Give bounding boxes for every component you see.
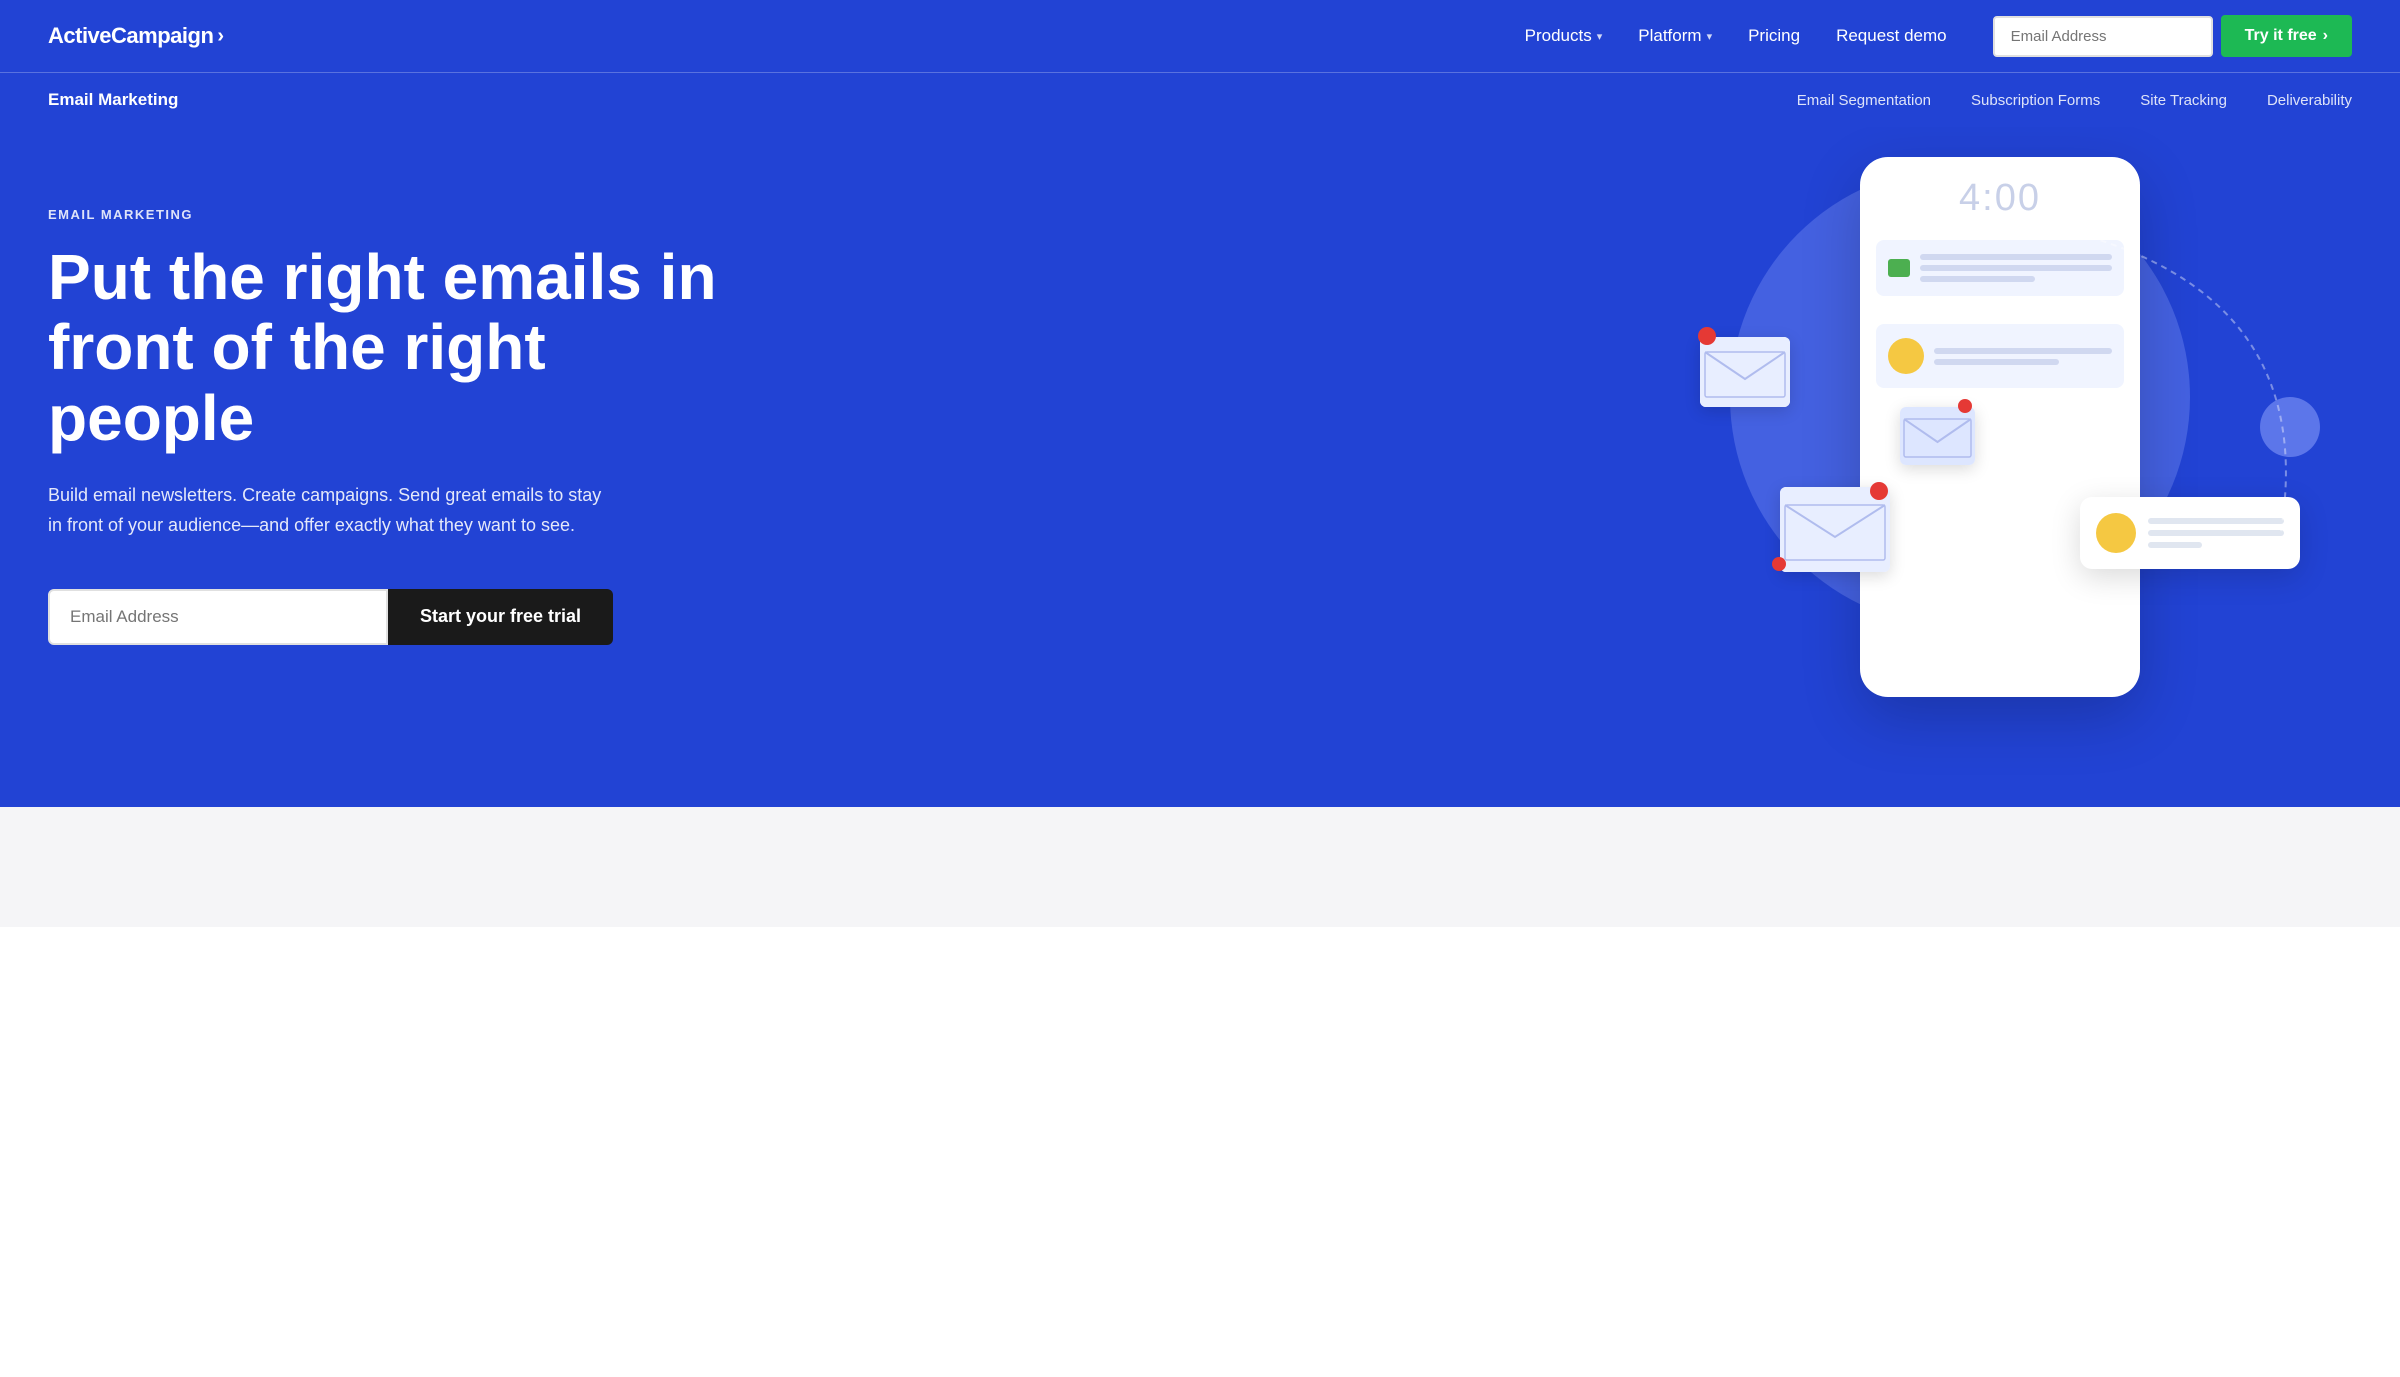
hero-form: Start your free trial <box>48 589 728 645</box>
hero-eyebrow: EMAIL MARKETING <box>48 207 728 222</box>
nav-try-button[interactable]: Try it free › <box>2221 15 2352 57</box>
red-dot-4 <box>1772 557 1786 571</box>
subnav-site-tracking[interactable]: Site Tracking <box>2140 92 2227 109</box>
products-chevron: ▾ <box>1597 30 1603 43</box>
hero-section: EMAIL MARKETING Put the right emails in … <box>0 127 2400 807</box>
phone-email-line-3 <box>1920 276 2035 282</box>
bottom-section <box>0 807 2400 927</box>
red-dot-3 <box>1870 482 1888 500</box>
phone-chat-line-2 <box>1934 359 2059 365</box>
phone-time: 4:00 <box>1876 177 2124 220</box>
logo-text: ActiveCampaign <box>48 23 213 49</box>
hero-illustration: 4:00 <box>1700 127 2400 807</box>
platform-chevron: ▾ <box>1707 30 1713 43</box>
hero-content: EMAIL MARKETING Put the right emails in … <box>48 207 728 645</box>
envelope-2 <box>1900 407 1975 465</box>
phone-avatar <box>1888 338 1924 374</box>
subnav-links: Email Segmentation Subscription Forms Si… <box>1797 92 2352 109</box>
subnav-subscription-forms[interactable]: Subscription Forms <box>1971 92 2100 109</box>
nav-email-input[interactable] <box>1993 16 2213 57</box>
subnav-deliverability[interactable]: Deliverability <box>2267 92 2352 109</box>
nav-links: Products ▾ Platform ▾ Pricing Request de… <box>1511 18 1961 54</box>
red-dot-1 <box>1698 327 1716 345</box>
pricing-link[interactable]: Pricing <box>1734 18 1814 54</box>
platform-label: Platform <box>1638 26 1701 46</box>
envelope-1 <box>1700 337 1790 407</box>
hero-cta-button[interactable]: Start your free trial <box>388 589 613 645</box>
red-dot-2 <box>1958 399 1972 413</box>
subnav-email-segmentation[interactable]: Email Segmentation <box>1797 92 1931 109</box>
phone-email-icon <box>1888 259 1910 277</box>
try-arrow-icon: › <box>2323 27 2328 45</box>
products-menu[interactable]: Products ▾ <box>1511 18 1617 54</box>
platform-menu[interactable]: Platform ▾ <box>1624 18 1726 54</box>
hero-email-input[interactable] <box>48 589 388 645</box>
navbar: ActiveCampaign › Products ▾ Platform ▾ P… <box>0 0 2400 72</box>
logo[interactable]: ActiveCampaign › <box>48 23 224 49</box>
logo-arrow: › <box>217 25 223 48</box>
dashed-arc <box>2060 227 2320 547</box>
request-demo-link[interactable]: Request demo <box>1822 18 1961 54</box>
envelope-3 <box>1780 487 1890 572</box>
sub-navbar: Email Marketing Email Segmentation Subsc… <box>0 73 2400 127</box>
hero-headline: Put the right emails in front of the rig… <box>48 242 728 453</box>
subnav-title: Email Marketing <box>48 90 178 110</box>
products-label: Products <box>1525 26 1592 46</box>
hero-subtext: Build email newsletters. Create campaign… <box>48 481 608 540</box>
